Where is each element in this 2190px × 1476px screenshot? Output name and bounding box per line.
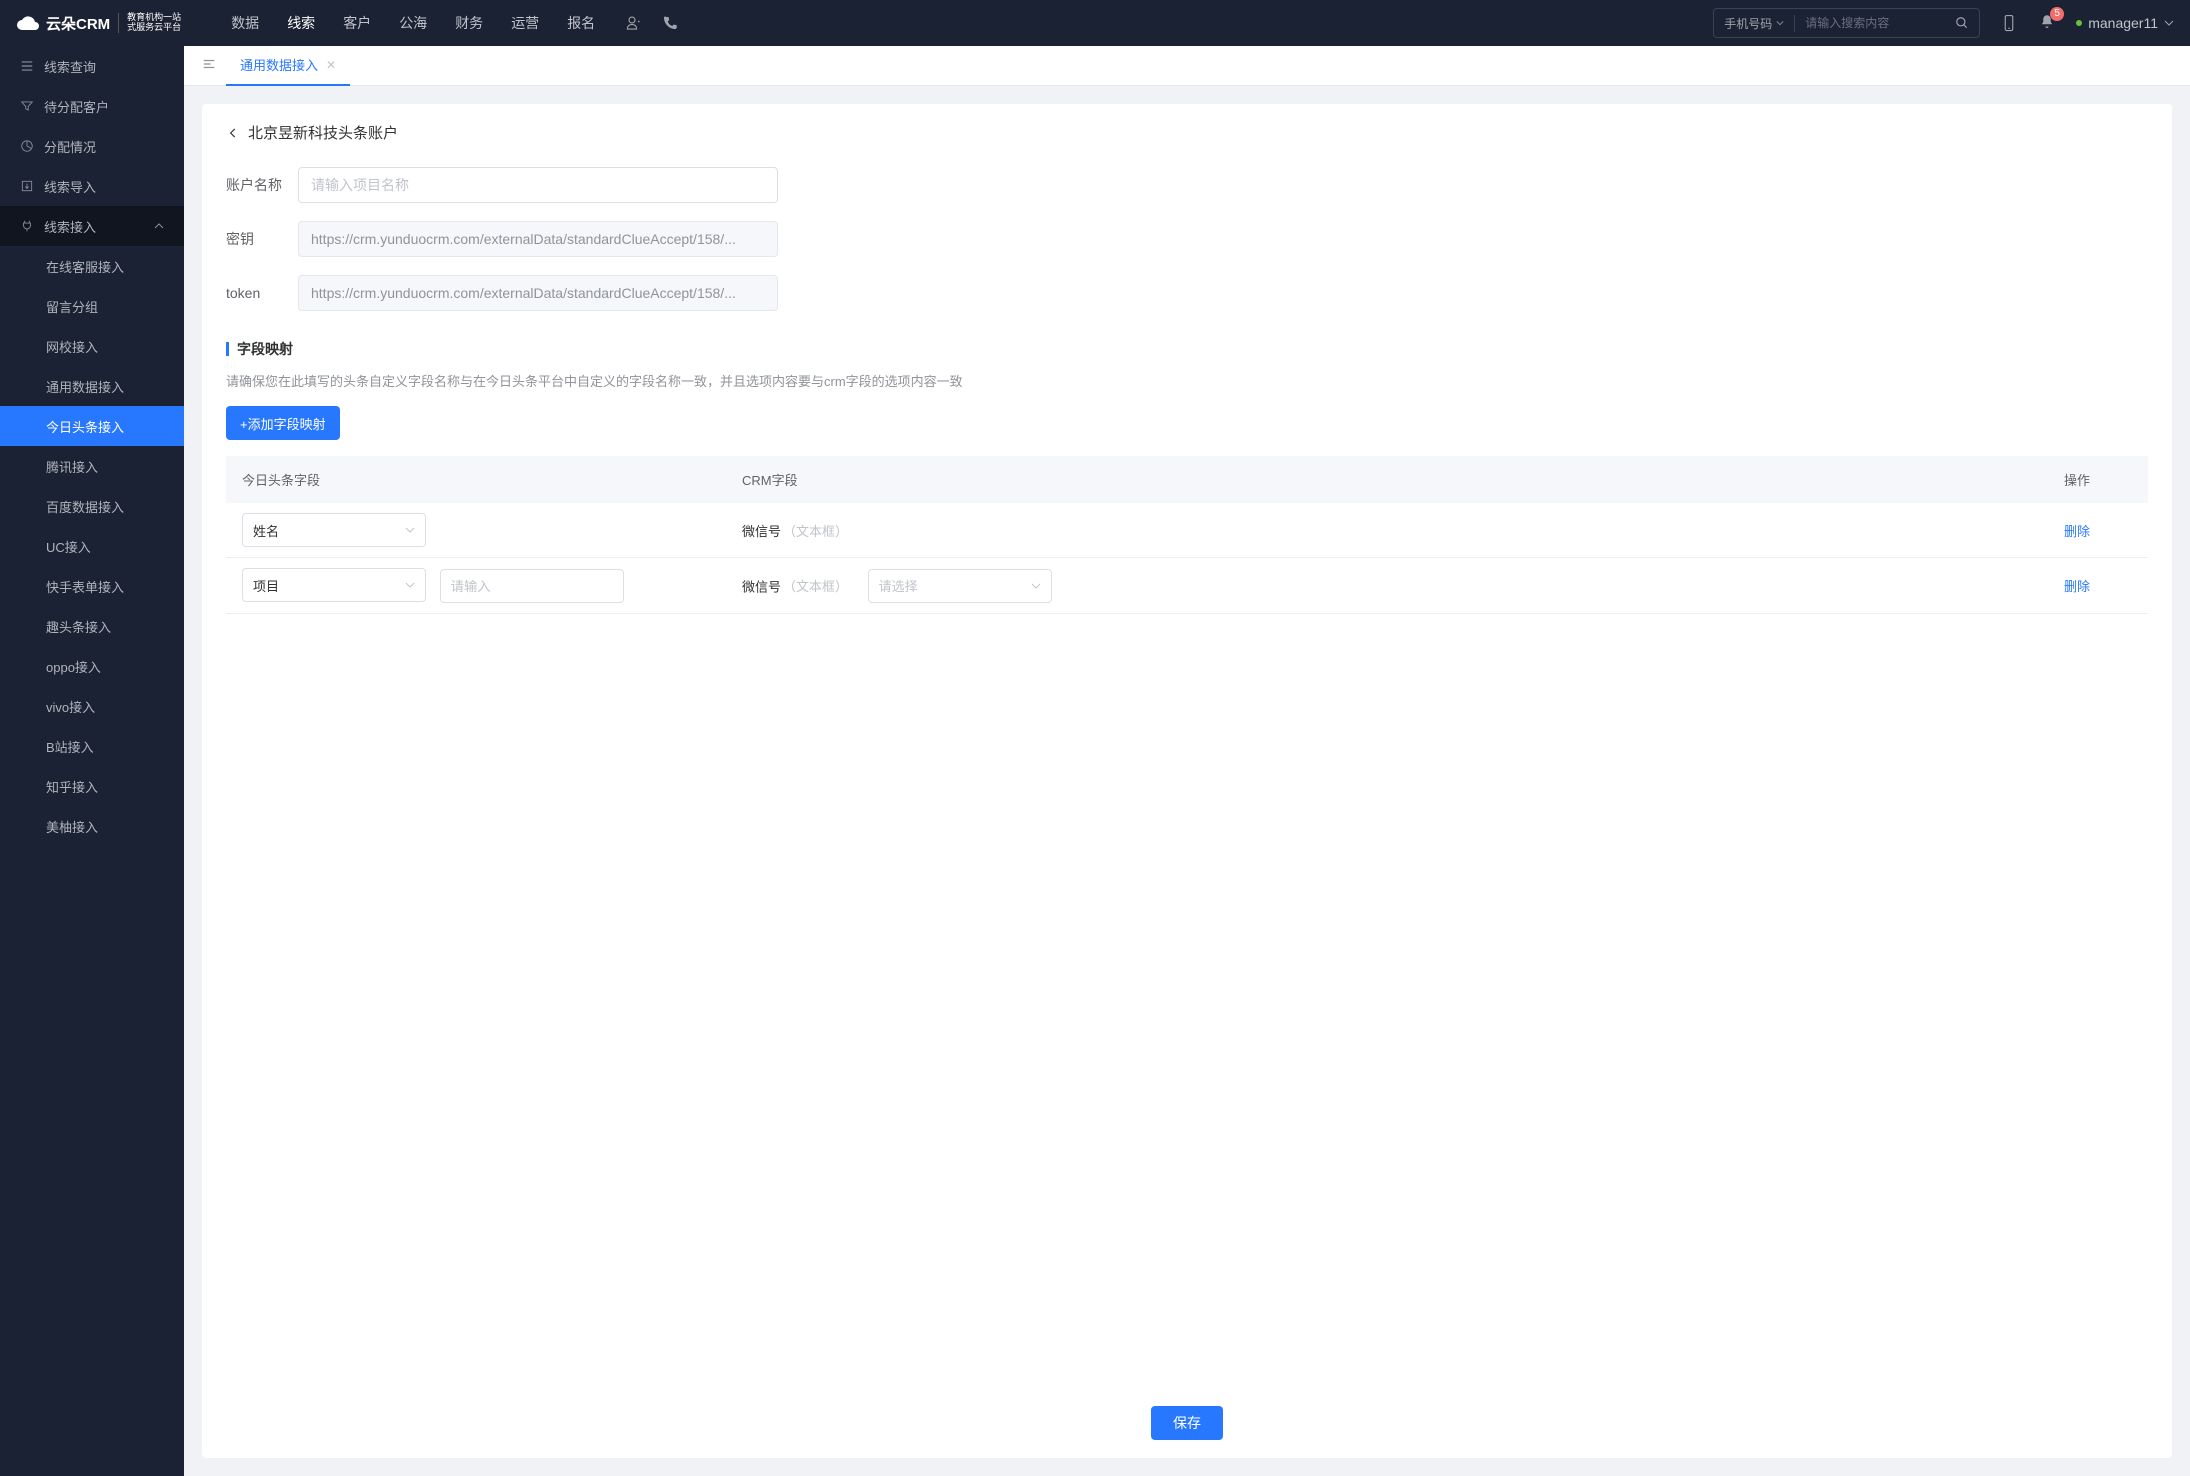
notification-badge: 5 [2050, 7, 2064, 21]
mapping-table: 今日头条字段 CRM字段 操作 姓名 [226, 456, 2148, 614]
th-action: 操作 [2048, 456, 2148, 503]
main-panel: 北京昱新科技头条账户 账户名称 密钥 token 字段映射 请确保您在此 [202, 104, 2172, 1458]
label-key: 密钥 [226, 229, 298, 249]
search-button[interactable] [1945, 16, 1979, 30]
list-icon [20, 59, 34, 73]
search-input[interactable] [1795, 16, 1945, 30]
tabs-bar: 通用数据接入 ✕ [184, 46, 2190, 86]
sidebar-sub-kuaishou[interactable]: 快手表单接入 [0, 566, 184, 606]
filter-icon [20, 99, 34, 113]
nav-item-clue[interactable]: 线索 [287, 13, 315, 33]
section-mapping-hint: 请确保您在此填写的头条自定义字段名称与在今日头条平台中自定义的字段名称一致，并且… [226, 371, 2148, 390]
tab-close-button[interactable]: ✕ [326, 58, 336, 72]
pie-icon [20, 139, 34, 153]
sidebar-item-query[interactable]: 线索查询 [0, 46, 184, 86]
sidebar-sub-meiyou[interactable]: 美柚接入 [0, 806, 184, 846]
sidebar-sub-general[interactable]: 通用数据接入 [0, 366, 184, 406]
chevron-down-icon [2164, 18, 2174, 28]
sidebar-sub-vivo[interactable]: vivo接入 [0, 686, 184, 726]
plug-icon [20, 219, 34, 233]
input-extra-1[interactable] [440, 569, 624, 603]
add-mapping-button[interactable]: +添加字段映射 [226, 406, 340, 440]
nav-item-ops[interactable]: 运营 [511, 13, 539, 33]
table-row: 姓名 微信号（文本框） 删除 [226, 503, 2148, 558]
sidebar-item-import[interactable]: 线索导入 [0, 166, 184, 206]
sidebar-sub-tencent[interactable]: 腾讯接入 [0, 446, 184, 486]
select-crm-option-1[interactable]: 请选择 [868, 569, 1052, 603]
crm-field-label-0: 微信号 [742, 524, 781, 539]
input-key[interactable] [298, 221, 778, 257]
select-toutiao-field-0[interactable]: 姓名 [242, 513, 426, 547]
sidebar-item-allocation[interactable]: 分配情况 [0, 126, 184, 166]
chevron-down-icon [1031, 581, 1041, 591]
sidebar-sub-bilibili[interactable]: B站接入 [0, 726, 184, 766]
phone-icon[interactable] [661, 14, 679, 32]
input-account-name[interactable] [298, 167, 778, 203]
sidebar-item-access[interactable]: 线索接入 [0, 206, 184, 246]
user-add-icon[interactable] [623, 14, 641, 32]
sidebar-item-pending[interactable]: 待分配客户 [0, 86, 184, 126]
nav-item-data[interactable]: 数据 [231, 13, 259, 33]
save-button[interactable]: 保存 [1151, 1406, 1223, 1440]
nav-item-finance[interactable]: 财务 [455, 13, 483, 33]
chevron-left-icon [226, 126, 240, 140]
sidebar-sub-oppo[interactable]: oppo接入 [0, 646, 184, 686]
sidebar-sub-toutiao[interactable]: 今日头条接入 [0, 406, 184, 446]
menu-icon [202, 57, 216, 71]
search-group: 手机号码 [1713, 8, 1980, 38]
search-type-select[interactable]: 手机号码 [1714, 15, 1795, 32]
status-dot [2076, 20, 2082, 26]
brand-name: 云朵CRM [46, 13, 110, 34]
chevron-down-icon [1776, 19, 1784, 27]
crm-field-label-1: 微信号 [742, 579, 781, 594]
sidebar-sub-uc[interactable]: UC接入 [0, 526, 184, 566]
tab-active[interactable]: 通用数据接入 ✕ [226, 46, 350, 86]
table-row: 项目 微信号（文本框） 请选择 [226, 558, 2148, 614]
delete-row-1[interactable]: 删除 [2064, 579, 2090, 594]
cloud-icon [16, 11, 40, 35]
chevron-down-icon [405, 525, 415, 535]
top-nav: 数据 线索 客户 公海 财务 运营 报名 [231, 13, 595, 33]
brand-sub: 教育机构一站 式服务云平台 [118, 13, 181, 33]
sidebar-sub-online[interactable]: 在线客服接入 [0, 246, 184, 286]
username: manager11 [2088, 15, 2158, 31]
th-toutiao: 今日头条字段 [226, 456, 726, 503]
sidebar-sub-zhihu[interactable]: 知乎接入 [0, 766, 184, 806]
sidebar-toggle[interactable] [192, 57, 226, 74]
delete-row-0[interactable]: 删除 [2064, 524, 2090, 539]
section-mapping-title: 字段映射 [226, 339, 2148, 359]
th-crm: CRM字段 [726, 456, 2048, 503]
page-back-title[interactable]: 北京昱新科技头条账户 [226, 122, 2148, 143]
notification-button[interactable]: 5 [2038, 13, 2056, 34]
select-toutiao-field-1[interactable]: 项目 [242, 568, 426, 602]
user-menu[interactable]: manager11 [2076, 15, 2174, 31]
label-token: token [226, 285, 298, 301]
sidebar-sub-baidu[interactable]: 百度数据接入 [0, 486, 184, 526]
top-header: 云朵CRM 教育机构一站 式服务云平台 数据 线索 客户 公海 财务 运营 报名… [0, 0, 2190, 46]
nav-item-signup[interactable]: 报名 [567, 13, 595, 33]
nav-item-customer[interactable]: 客户 [343, 13, 371, 33]
sidebar-sub-message[interactable]: 留言分组 [0, 286, 184, 326]
sidebar-sub-qutoutiao[interactable]: 趣头条接入 [0, 606, 184, 646]
search-icon [1955, 16, 1969, 30]
chevron-down-icon [405, 580, 415, 590]
nav-item-sea[interactable]: 公海 [399, 13, 427, 33]
sidebar: 线索查询 待分配客户 分配情况 线索导入 线索接入 在线客服接入 留言分组 网校… [0, 46, 184, 1476]
mobile-icon[interactable] [2000, 14, 2018, 32]
label-account: 账户名称 [226, 175, 298, 195]
brand-logo: 云朵CRM 教育机构一站 式服务云平台 [16, 11, 181, 35]
sidebar-sub-school[interactable]: 网校接入 [0, 326, 184, 366]
import-icon [20, 179, 34, 193]
input-token[interactable] [298, 275, 778, 311]
chevron-up-icon [154, 221, 164, 231]
